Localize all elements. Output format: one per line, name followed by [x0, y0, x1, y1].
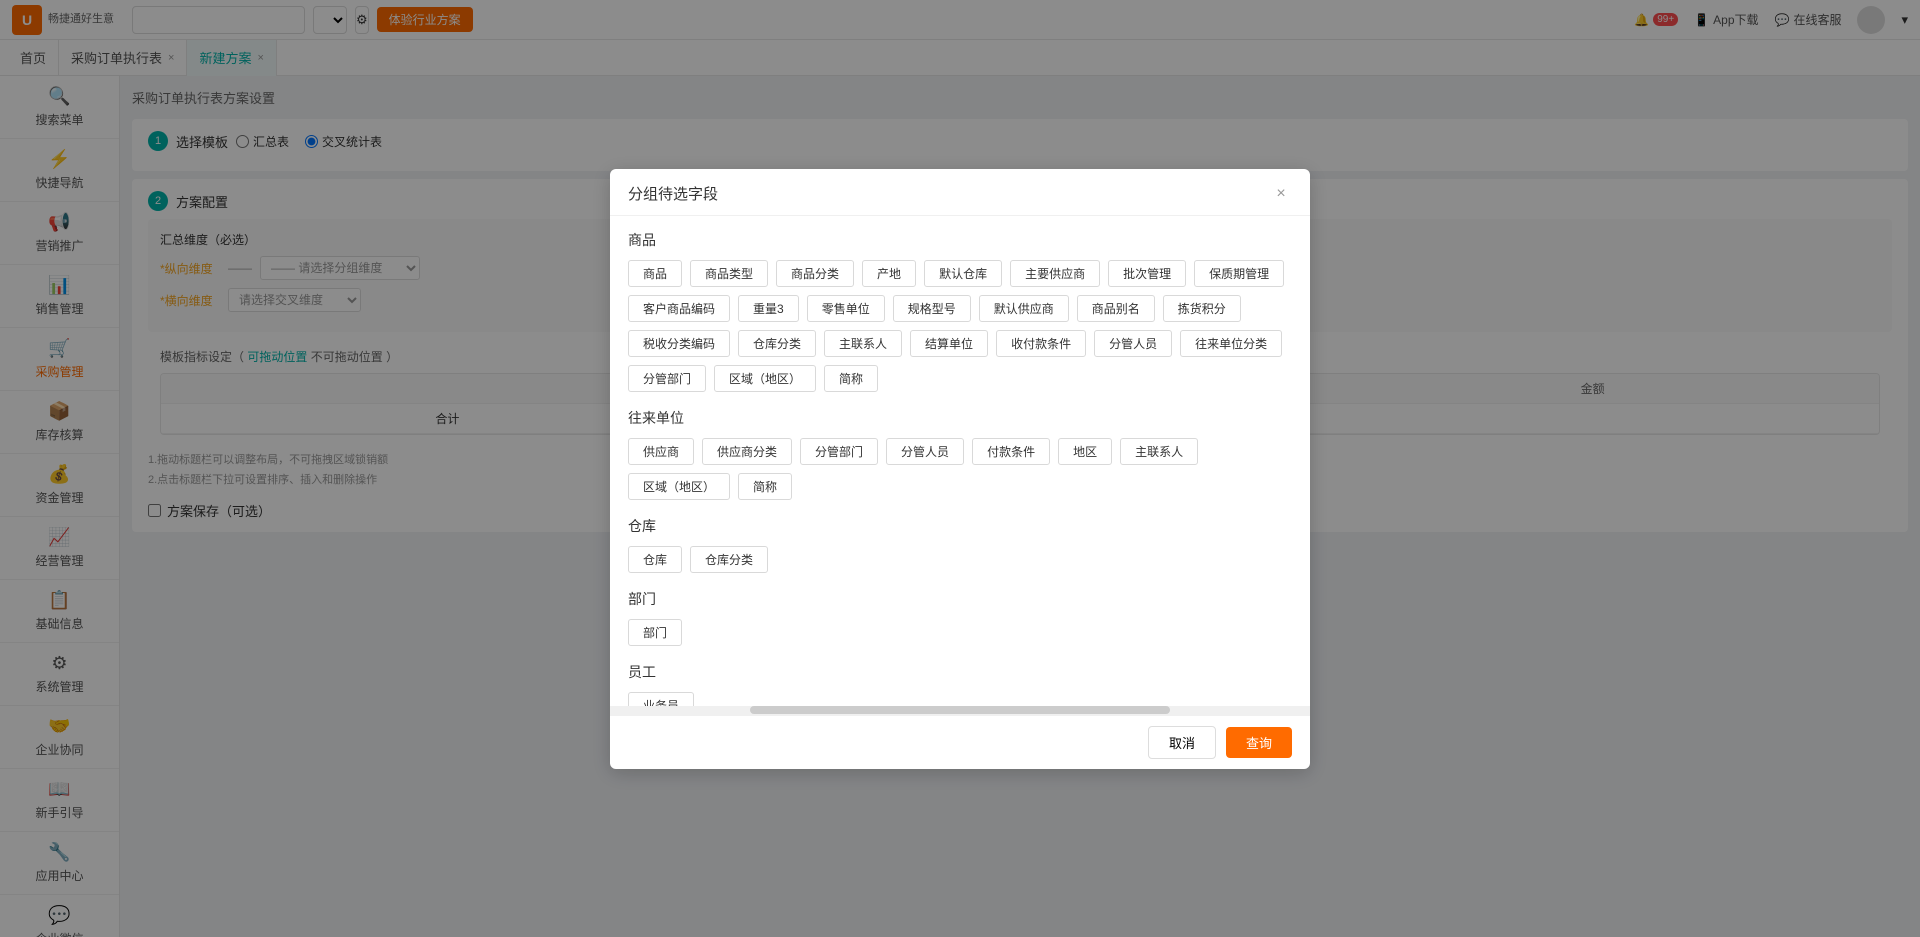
- field-tag-area[interactable]: 地区: [1058, 438, 1112, 465]
- field-tag-product-alias[interactable]: 商品别名: [1077, 295, 1155, 322]
- field-tag-dept-partner[interactable]: 分管部门: [800, 438, 878, 465]
- section-dept-tags: 部门: [628, 619, 1292, 646]
- field-tag-product[interactable]: 商品: [628, 260, 682, 287]
- field-tag-warehouse-category[interactable]: 仓库分类: [738, 330, 816, 357]
- section-warehouse-title: 仓库: [628, 516, 1292, 536]
- field-tag-abbr-partner[interactable]: 简称: [738, 473, 792, 500]
- field-tag-tax-code[interactable]: 税收分类编码: [628, 330, 730, 357]
- modal-close-btn[interactable]: ×: [1270, 183, 1292, 205]
- section-partner-title: 往来单位: [628, 408, 1292, 428]
- field-tag-main-contact-partner[interactable]: 主联系人: [1120, 438, 1198, 465]
- field-tag-supervisor[interactable]: 分管人员: [1094, 330, 1172, 357]
- section-dept-title: 部门: [628, 589, 1292, 609]
- close-icon: ×: [1276, 185, 1285, 203]
- field-tag-warehouse-cat[interactable]: 仓库分类: [690, 546, 768, 573]
- field-tag-spec-model[interactable]: 规格型号: [893, 295, 971, 322]
- modal-hscroll[interactable]: [610, 706, 1310, 714]
- section-product-tags: 商品 商品类型 商品分类 产地 默认仓库 主要供应商 批次管理 保质期管理 客户…: [628, 260, 1292, 392]
- field-tag-sales-staff[interactable]: 业务员: [628, 692, 694, 707]
- field-tag-default-supplier[interactable]: 默认供应商: [979, 295, 1069, 322]
- field-tag-product-type[interactable]: 商品类型: [690, 260, 768, 287]
- field-tag-dept[interactable]: 部门: [628, 619, 682, 646]
- section-product-title: 商品: [628, 230, 1292, 250]
- field-tag-weight3[interactable]: 重量3: [738, 295, 799, 322]
- field-tag-abbr-product[interactable]: 简称: [824, 365, 878, 392]
- modal-footer: 取消 查询: [610, 715, 1310, 769]
- section-staff-title: 员工: [628, 662, 1292, 682]
- modal-confirm-btn[interactable]: 查询: [1226, 727, 1292, 758]
- field-tag-main-contact[interactable]: 主联系人: [824, 330, 902, 357]
- section-partner-tags: 供应商 供应商分类 分管部门 分管人员 付款条件 地区 主联系人 区域（地区） …: [628, 438, 1292, 500]
- field-tag-supervise-dept[interactable]: 分管部门: [628, 365, 706, 392]
- field-tag-customer-code[interactable]: 客户商品编码: [628, 295, 730, 322]
- field-tag-payment-cond[interactable]: 付款条件: [972, 438, 1050, 465]
- field-tag-retail-unit[interactable]: 零售单位: [807, 295, 885, 322]
- modal-hscroll-thumb: [750, 706, 1170, 714]
- field-tag-pick-score[interactable]: 拣货积分: [1163, 295, 1241, 322]
- field-tag-batch-mgmt[interactable]: 批次管理: [1108, 260, 1186, 287]
- field-tag-product-category[interactable]: 商品分类: [776, 260, 854, 287]
- field-tag-staff-partner[interactable]: 分管人员: [886, 438, 964, 465]
- field-tag-region-product[interactable]: 区域（地区）: [714, 365, 816, 392]
- modal-overlay: 分组待选字段 × 商品 商品 商品类型 商品分类 产地 默认仓库 主要供应商 批…: [0, 0, 1920, 937]
- field-tag-supplier[interactable]: 供应商: [628, 438, 694, 465]
- modal-title: 分组待选字段: [628, 183, 718, 204]
- modal-body: 商品 商品 商品类型 商品分类 产地 默认仓库 主要供应商 批次管理 保质期管理…: [610, 216, 1310, 707]
- modal-cancel-btn[interactable]: 取消: [1148, 726, 1216, 759]
- field-tag-partner-category[interactable]: 往来单位分类: [1180, 330, 1282, 357]
- section-warehouse-tags: 仓库 仓库分类: [628, 546, 1292, 573]
- section-staff-tags: 业务员: [628, 692, 1292, 707]
- field-tag-settlement-unit[interactable]: 结算单位: [910, 330, 988, 357]
- field-tag-default-warehouse[interactable]: 默认仓库: [924, 260, 1002, 287]
- field-tag-shelf-life[interactable]: 保质期管理: [1194, 260, 1284, 287]
- field-tag-payment-terms[interactable]: 收付款条件: [996, 330, 1086, 357]
- modal: 分组待选字段 × 商品 商品 商品类型 商品分类 产地 默认仓库 主要供应商 批…: [610, 169, 1310, 769]
- field-tag-warehouse[interactable]: 仓库: [628, 546, 682, 573]
- modal-header: 分组待选字段 ×: [610, 169, 1310, 216]
- field-tag-main-supplier[interactable]: 主要供应商: [1010, 260, 1100, 287]
- field-tag-supplier-category[interactable]: 供应商分类: [702, 438, 792, 465]
- field-tag-region-partner[interactable]: 区域（地区）: [628, 473, 730, 500]
- field-tag-origin[interactable]: 产地: [862, 260, 916, 287]
